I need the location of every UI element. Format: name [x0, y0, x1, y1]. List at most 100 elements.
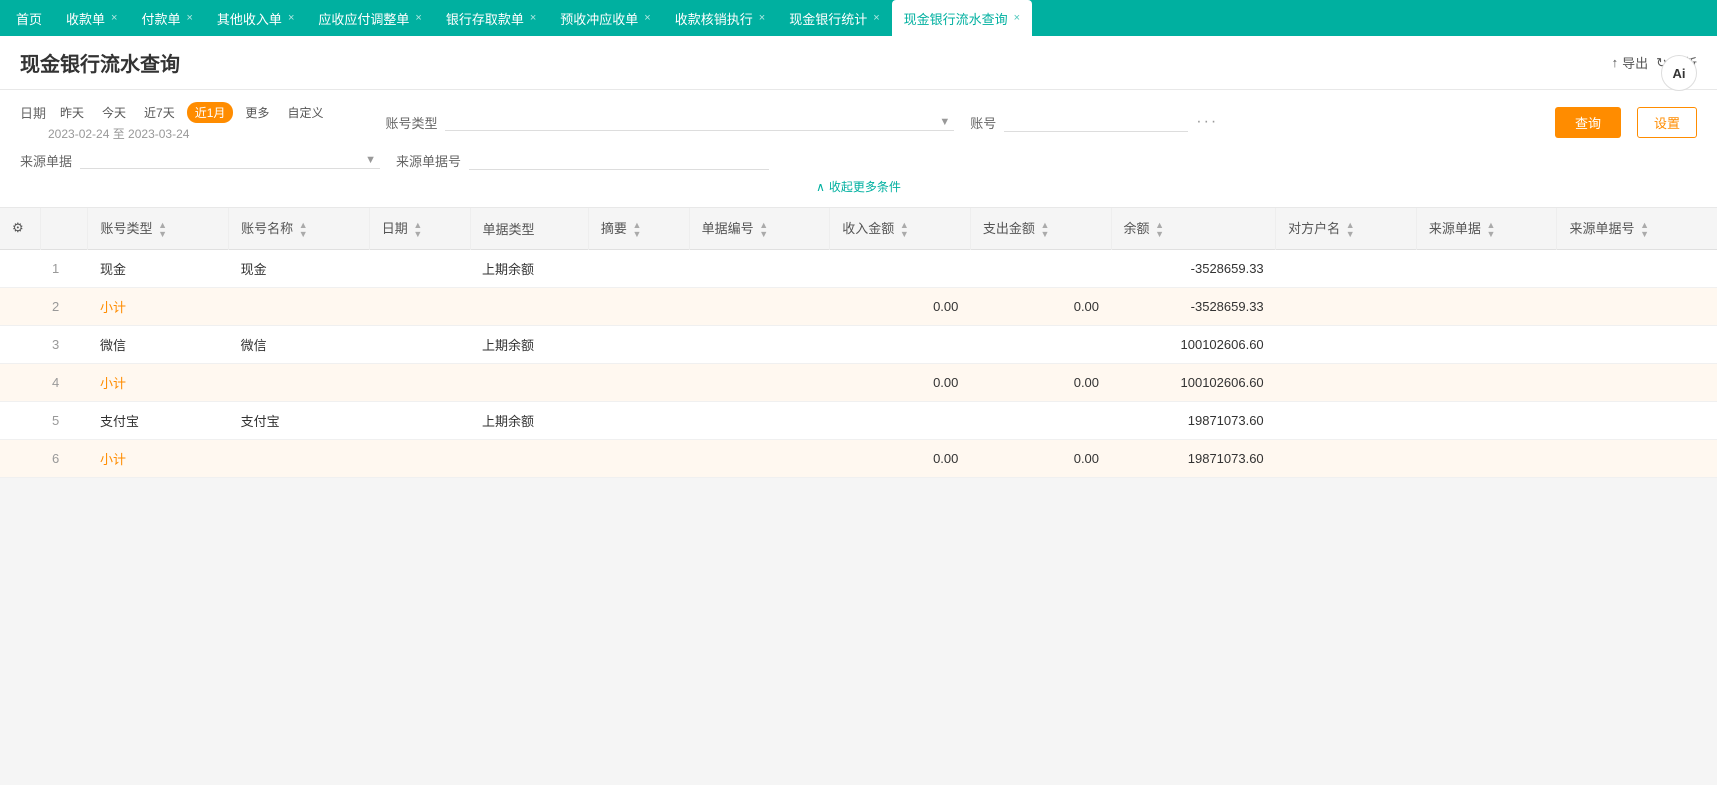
date-shortcut-last7days[interactable]: 近7天: [138, 102, 181, 123]
account-name-cell: [229, 363, 370, 401]
col-header-expense[interactable]: 支出金额 ▲▼: [970, 208, 1111, 249]
account-name-cell: 现金: [229, 249, 370, 287]
doc-type-cell: 上期余额: [470, 325, 588, 363]
income-cell: [830, 325, 971, 363]
source-doc-no-input[interactable]: [469, 150, 769, 170]
doc-type-cell: [470, 439, 588, 477]
summary-cell: [588, 363, 689, 401]
collapse-bar[interactable]: ∧ 收起更多条件: [20, 178, 1697, 195]
settings-cell: [0, 287, 40, 325]
account-name-cell: 支付宝: [229, 401, 370, 439]
col-header-balance[interactable]: 余额 ▲▼: [1111, 208, 1276, 249]
table-header-row: ⚙ 账号类型 ▲▼ 账号名称 ▲▼ 日期 ▲▼ 单据类型 摘要 ▲▼ 单据编号 …: [0, 208, 1717, 249]
close-icon-ar-ap-adjust[interactable]: ×: [415, 12, 421, 24]
col-header-source-doc-no[interactable]: 来源单据号 ▲▼: [1557, 208, 1717, 249]
summary-cell: [588, 439, 689, 477]
query-button[interactable]: 查询: [1555, 107, 1621, 138]
nav-item-cash-bank-stat[interactable]: 现金银行统计×: [777, 0, 891, 36]
nav-item-bank-deposit[interactable]: 银行存取款单×: [434, 0, 548, 36]
summary-cell: [588, 401, 689, 439]
source-doc-no-label: 来源单据号: [396, 151, 461, 170]
col-header-account-name[interactable]: 账号名称 ▲▼: [229, 208, 370, 249]
account-more-icon[interactable]: ···: [1196, 113, 1218, 131]
col-header-summary[interactable]: 摘要 ▲▼: [588, 208, 689, 249]
account-input[interactable]: [1004, 112, 1188, 132]
table-row: 3微信微信上期余额100102606.60: [0, 325, 1717, 363]
account-type-filter: 账号类型 ▼: [385, 113, 954, 132]
account-filter: 账号 ···: [970, 112, 1539, 132]
date-cell: [369, 363, 470, 401]
date-filter-section: 日期 昨天今天近7天近1月更多自定义 2023-02-24 至 2023-03-…: [20, 102, 329, 142]
close-icon-payment[interactable]: ×: [186, 12, 192, 24]
expense-cell: [970, 401, 1111, 439]
source-doc-select[interactable]: ▼: [80, 152, 380, 169]
date-shortcut-more[interactable]: 更多: [239, 102, 275, 123]
source-doc-no-cell: [1557, 363, 1717, 401]
nav-item-cash-bank-flow[interactable]: 现金银行流水查询×: [892, 0, 1032, 36]
column-settings-icon[interactable]: ⚙: [12, 220, 24, 235]
settings-cell: [0, 439, 40, 477]
table-row: 4小计0.000.00100102606.60: [0, 363, 1717, 401]
nav-item-ar-ap-adjust[interactable]: 应收应付调整单×: [306, 0, 433, 36]
col-header-doc-type[interactable]: 单据类型: [470, 208, 588, 249]
row-num: 5: [40, 401, 88, 439]
counterpart-cell: [1276, 363, 1417, 401]
doc-no-cell: [689, 401, 830, 439]
ai-label: Ai: [1673, 66, 1686, 81]
account-type-cell: 小计: [88, 287, 229, 325]
account-type-cell: 小计: [88, 363, 229, 401]
close-icon-other-income[interactable]: ×: [288, 12, 294, 24]
expense-cell: [970, 325, 1111, 363]
close-icon-cash-bank-stat[interactable]: ×: [873, 12, 879, 24]
data-table: ⚙ 账号类型 ▲▼ 账号名称 ▲▼ 日期 ▲▼ 单据类型 摘要 ▲▼ 单据编号 …: [0, 208, 1717, 478]
table-row: 1现金现金上期余额-3528659.33: [0, 249, 1717, 287]
source-doc-no-cell: [1557, 325, 1717, 363]
col-header-counterpart[interactable]: 对方户名 ▲▼: [1276, 208, 1417, 249]
nav-item-prepay-offset[interactable]: 预收冲应收单×: [548, 0, 662, 36]
close-icon-receipt-verify[interactable]: ×: [759, 12, 765, 24]
settings-cell: [0, 249, 40, 287]
nav-item-home[interactable]: 首页: [4, 0, 54, 36]
date-shortcut-last1month[interactable]: 近1月: [187, 102, 234, 123]
col-header-account-type[interactable]: 账号类型 ▲▼: [88, 208, 229, 249]
export-button[interactable]: ↑ 导出: [1612, 53, 1649, 72]
col-header-date[interactable]: 日期 ▲▼: [369, 208, 470, 249]
ai-button[interactable]: Ai: [1661, 55, 1697, 91]
date-shortcut-yesterday[interactable]: 昨天: [54, 102, 90, 123]
balance-cell: -3528659.33: [1111, 287, 1276, 325]
close-icon-receipt[interactable]: ×: [111, 12, 117, 24]
settings-column-header[interactable]: ⚙: [0, 208, 40, 249]
date-shortcuts: 昨天今天近7天近1月更多自定义: [54, 102, 329, 123]
counterpart-cell: [1276, 287, 1417, 325]
nav-item-receipt-verify[interactable]: 收款核销执行×: [663, 0, 777, 36]
settings-button[interactable]: 设置: [1637, 107, 1697, 138]
col-header-income[interactable]: 收入金额 ▲▼: [830, 208, 971, 249]
close-icon-prepay-offset[interactable]: ×: [644, 12, 650, 24]
date-shortcut-today[interactable]: 今天: [96, 102, 132, 123]
settings-cell: [0, 401, 40, 439]
source-doc-filter: 来源单据 ▼: [20, 151, 380, 170]
account-name-cell: 微信: [229, 325, 370, 363]
source-doc-cell: [1416, 325, 1557, 363]
table-container: ⚙ 账号类型 ▲▼ 账号名称 ▲▼ 日期 ▲▼ 单据类型 摘要 ▲▼ 单据编号 …: [0, 208, 1717, 478]
expense-cell: 0.00: [970, 287, 1111, 325]
close-icon-cash-bank-flow[interactable]: ×: [1014, 12, 1020, 24]
date-cell: [369, 401, 470, 439]
date-cell: [369, 325, 470, 363]
export-icon: ↑: [1612, 55, 1619, 70]
col-header-doc-no[interactable]: 单据编号 ▲▼: [689, 208, 830, 249]
nav-item-other-income[interactable]: 其他收入单×: [205, 0, 306, 36]
source-doc-no-cell: [1557, 401, 1717, 439]
page-title: 现金银行流水查询: [20, 48, 180, 77]
nav-item-receipt[interactable]: 收款单×: [54, 0, 129, 36]
date-shortcut-custom[interactable]: 自定义: [281, 102, 329, 123]
account-type-select[interactable]: ▼: [445, 114, 954, 131]
close-icon-bank-deposit[interactable]: ×: [530, 12, 536, 24]
source-doc-no-cell: [1557, 249, 1717, 287]
col-header-source-doc[interactable]: 来源单据 ▲▼: [1416, 208, 1557, 249]
account-type-cell: 小计: [88, 439, 229, 477]
filter-row-2: 来源单据 ▼ 来源单据号: [20, 150, 1697, 170]
counterpart-cell: [1276, 325, 1417, 363]
nav-item-payment[interactable]: 付款单×: [129, 0, 204, 36]
income-cell: 0.00: [830, 363, 971, 401]
